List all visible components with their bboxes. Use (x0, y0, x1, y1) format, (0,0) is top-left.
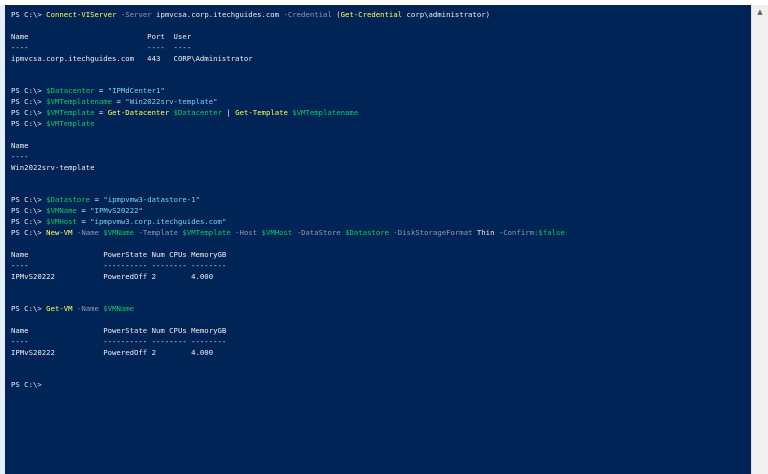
output-divider-get-vm: ---- ---------- -------- -------- (11, 337, 227, 346)
output-header-new-vm: Name PowerState Num CPUs MemoryGB (11, 250, 227, 259)
var-vmtemplate: $VMTemplate (46, 108, 95, 117)
output-row-connect: ipmvcsa.corp.itechguides.com 443 CORP\Ad… (11, 54, 253, 63)
var-vmtemplate: $VMTemplate (182, 228, 231, 237)
output-row-new-vm: IPMvS20222 PoweredOff 2 4.000 (11, 272, 214, 281)
param-diskstorageformat: -DiskStorageFormat (393, 228, 473, 237)
prompt: PS C:\> (11, 97, 42, 106)
output-divider-connect: ---- ---- ---- (11, 43, 192, 52)
output-divider-template: ---- (11, 152, 29, 161)
prompt: PS C:\> (11, 206, 42, 215)
arg-thin: Thin (476, 228, 495, 237)
console-line-prompt-current[interactable]: PS C:\> (11, 379, 51, 390)
prompt: PS C:\> (11, 217, 42, 226)
param-template: -Template (138, 228, 179, 237)
var-datastore: $Datastore (345, 228, 389, 237)
cmdlet-get-datacenter: Get-Datacenter (107, 108, 170, 117)
param-confirm: -Confirm: (498, 228, 539, 237)
prompt: PS C:\> (11, 10, 42, 19)
console-line-new-vm: PS C:\> New-VM -Name $VMName -Template $… (11, 227, 565, 238)
output-row-get-vm: IPMvS20222 PoweredOff 2 4.000 (11, 348, 214, 357)
string-vmhost: "ipmpvmw3.corp.itechguides.com" (90, 217, 227, 226)
var-vmname: $VMName (46, 206, 77, 215)
var-vmhost: $VMHost (46, 217, 77, 226)
var-false: $false (538, 228, 565, 237)
var-datacenter: $Datacenter (173, 108, 222, 117)
equals-sign: = (81, 206, 86, 215)
var-vmname: $VMName (103, 304, 135, 313)
var-vmname: $VMName (103, 228, 135, 237)
cmdlet-get-vm: Get-VM (46, 304, 73, 313)
prompt: PS C:\> (11, 195, 42, 204)
cmdlet-get-credential: Get-Credential (340, 10, 403, 19)
equals-sign: = (98, 86, 104, 95)
param-credential: -Credential (283, 10, 332, 19)
equals-sign: = (81, 217, 86, 226)
scroll-up-arrow-icon[interactable]: ▲ (752, 5, 768, 19)
var-vmtemplate: $VMTemplate (46, 119, 95, 128)
var-datastore: $Datastore (46, 195, 91, 204)
prompt: PS C:\> (11, 304, 42, 313)
output-row-template: Win2022srv-template (11, 163, 95, 172)
scrollbar-track[interactable] (752, 19, 768, 474)
console-line-vmhost: PS C:\> $VMHost = "ipmpvmw3.corp.itechgu… (11, 216, 226, 227)
console-line-connect: PS C:\> Connect-VIServer -Server ipmvcsa… (11, 9, 490, 20)
equals-sign: = (94, 195, 99, 204)
credential-arg: corp\administrator (406, 10, 486, 19)
console-line-show-template: PS C:\> $VMTemplate (11, 118, 95, 129)
cmdlet-connect-viserver: Connect-VIServer (46, 10, 117, 19)
server-arg: ipmvcsa.corp.itechguides.com (156, 10, 280, 19)
prompt: PS C:\> (11, 86, 42, 95)
string-vmname: "IPMvS20222" (90, 206, 143, 215)
paren-close: ) (485, 10, 491, 19)
var-vmhost: $VMHost (261, 228, 293, 237)
var-datacenter: $Datacenter (46, 86, 95, 95)
output-header-get-vm: Name PowerState Num CPUs MemoryGB (11, 326, 227, 335)
param-server: -Server (120, 10, 152, 19)
var-vmtemplatename: $VMTemplatename (46, 97, 113, 106)
vertical-scrollbar[interactable]: ▲ (751, 5, 768, 474)
cmdlet-new-vm: New-VM (46, 228, 73, 237)
pipe: | (226, 108, 231, 117)
var-vmtemplatename: $VMTemplatename (292, 108, 359, 117)
equals-sign: = (116, 97, 121, 106)
prompt: PS C:\> (11, 108, 42, 117)
output-header-connect: Name Port User (11, 32, 192, 41)
prompt: PS C:\> (11, 119, 42, 128)
output-header-template: Name (11, 141, 29, 150)
cmdlet-get-template: Get-Template (235, 108, 288, 117)
console-line-vmname: PS C:\> $VMName = "IPMvS20222" (11, 205, 143, 216)
param-datastore: -DataStore (296, 228, 341, 237)
console-line-datacenter: PS C:\> $Datacenter = "IPMdCenter1" (11, 85, 165, 96)
console-line-get-vm: PS C:\> Get-VM -Name $VMName (11, 303, 134, 314)
console-line-templatename: PS C:\> $VMTemplatename = "Win2022srv-te… (11, 96, 218, 107)
text-cursor (46, 386, 51, 387)
param-name: -Name (76, 228, 99, 237)
console-line-datastore: PS C:\> $Datastore = "ipmpvmw3-datastore… (11, 194, 200, 205)
string-templatename: "Win2022srv-template" (125, 97, 218, 106)
powershell-console[interactable]: PS C:\> Connect-VIServer -Server ipmvcsa… (5, 5, 751, 474)
console-line-vmtemplate: PS C:\> $VMTemplate = Get-Datacenter $Da… (11, 107, 358, 118)
prompt: PS C:\> (11, 380, 42, 389)
equals-sign: = (98, 108, 104, 117)
string-datacenter: "IPMdCenter1" (107, 86, 165, 95)
output-divider-new-vm: ---- ---------- -------- -------- (11, 261, 227, 270)
param-host: -Host (235, 228, 258, 237)
param-name: -Name (76, 304, 99, 313)
prompt: PS C:\> (11, 228, 42, 237)
string-datastore: "ipmpvmw3-datastore-1" (103, 195, 200, 204)
